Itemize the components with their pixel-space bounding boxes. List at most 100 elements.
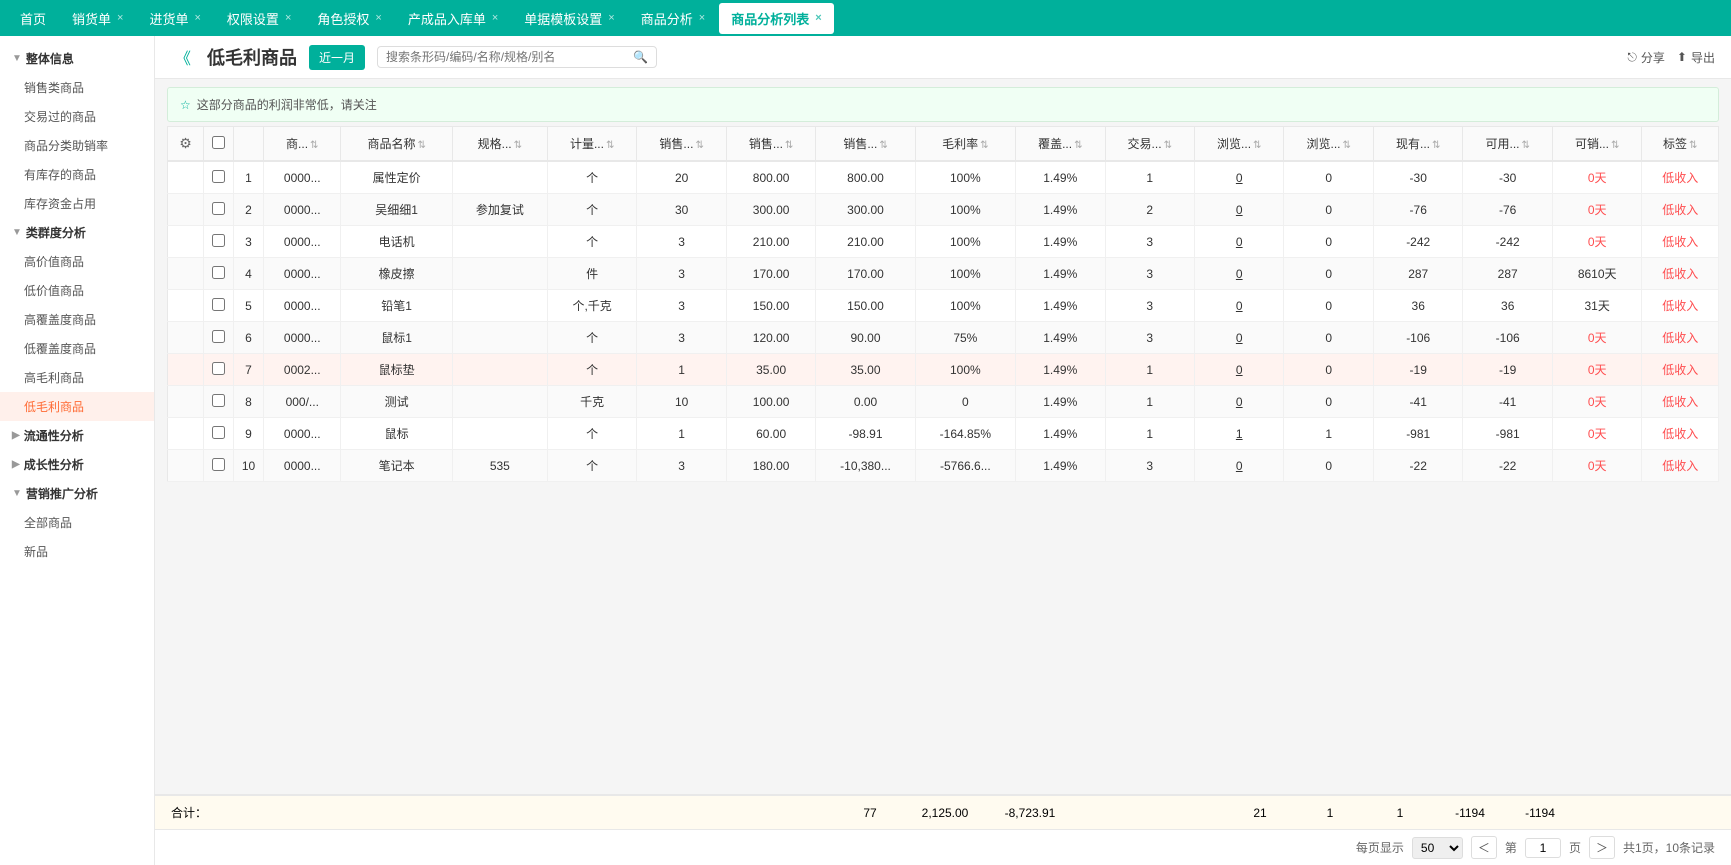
nav-templates-close[interactable]: ×: [608, 12, 614, 24]
row-checkbox[interactable]: [212, 362, 225, 375]
sort-amount[interactable]: ⇅: [785, 140, 793, 151]
nav-home[interactable]: 首页: [8, 3, 58, 34]
sidebar-item-low-value[interactable]: 低价值商品: [0, 276, 154, 305]
sort-qty[interactable]: ⇅: [695, 140, 703, 151]
row-checkbox[interactable]: [212, 330, 225, 343]
cell-code: 0000...: [264, 290, 341, 322]
browse-link[interactable]: 0: [1236, 331, 1243, 345]
nav-templates[interactable]: 单据模板设置 ×: [512, 3, 626, 34]
nav-permissions[interactable]: 权限设置 ×: [215, 3, 303, 34]
sort-spec[interactable]: ⇅: [514, 140, 522, 151]
sidebar-item-category-rate[interactable]: 商品分类助销率: [0, 131, 154, 160]
col-settings: ⚙: [168, 127, 204, 162]
cell-cover-rate: 1.49%: [1016, 226, 1105, 258]
sort-browse1[interactable]: ⇅: [1253, 140, 1261, 151]
nav-purchase[interactable]: 进货单 ×: [137, 3, 212, 34]
sidebar-group-flow[interactable]: ▶ 流通性分析: [0, 421, 154, 450]
cell-browse1: 0: [1195, 258, 1284, 290]
browse-link[interactable]: 0: [1236, 267, 1243, 281]
sidebar-item-capital[interactable]: 库存资金占用: [0, 189, 154, 218]
next-page-btn[interactable]: ＞: [1589, 836, 1615, 859]
recent-month-btn[interactable]: 近一月: [309, 45, 365, 70]
col-gross-rate: 毛利率⇅: [915, 127, 1015, 162]
nav-roles-close[interactable]: ×: [375, 12, 381, 24]
row-checkbox[interactable]: [212, 234, 225, 247]
sidebar-item-high-margin[interactable]: 高毛利商品: [0, 363, 154, 392]
row-checkbox[interactable]: [212, 266, 225, 279]
export-icon: ⬆: [1677, 50, 1687, 64]
sort-available[interactable]: ⇅: [1522, 140, 1530, 151]
sidebar-item-low-margin[interactable]: 低毛利商品: [0, 392, 154, 421]
nav-sales-close[interactable]: ×: [117, 12, 123, 24]
nav-analysis-list[interactable]: 商品分析列表 ×: [719, 3, 833, 34]
sidebar-group-cluster[interactable]: ▼ 类群度分析: [0, 218, 154, 247]
prev-page-btn[interactable]: ＜: [1471, 836, 1497, 859]
sidebar-item-high-coverage[interactable]: 高覆盖度商品: [0, 305, 154, 334]
cell-num: 5: [234, 290, 264, 322]
browse-link[interactable]: 0: [1236, 299, 1243, 313]
nav-sales[interactable]: 销货单 ×: [60, 3, 135, 34]
sidebar-item-new-products[interactable]: 新品: [0, 537, 154, 566]
export-btn[interactable]: ⬆ 导出: [1677, 49, 1715, 66]
row-checkbox[interactable]: [212, 298, 225, 311]
nav-purchase-close[interactable]: ×: [194, 12, 200, 24]
sort-code[interactable]: ⇅: [310, 140, 318, 151]
col-cover-rate: 覆盖...⇅: [1016, 127, 1105, 162]
row-checkbox[interactable]: [212, 426, 225, 439]
browse-link[interactable]: 0: [1236, 235, 1243, 249]
sidebar-group-growth[interactable]: ▶ 成长性分析: [0, 450, 154, 479]
sort-trade[interactable]: ⇅: [1164, 140, 1172, 151]
cell-name: 电话机: [341, 226, 452, 258]
sidebar-item-sales-products[interactable]: 销售类商品: [0, 73, 154, 102]
sidebar-item-in-stock[interactable]: 有库存的商品: [0, 160, 154, 189]
sidebar-item-high-value[interactable]: 高价值商品: [0, 247, 154, 276]
col-code: 商...⇅: [264, 127, 341, 162]
sort-salable[interactable]: ⇅: [1611, 140, 1619, 151]
sidebar-item-low-coverage[interactable]: 低覆盖度商品: [0, 334, 154, 363]
sidebar-group-overall[interactable]: ▼ 整体信息: [0, 44, 154, 73]
row-checkbox[interactable]: [212, 170, 225, 183]
browse-link[interactable]: 0: [1236, 203, 1243, 217]
select-all-checkbox[interactable]: [212, 136, 225, 149]
sort-profit[interactable]: ⇅: [879, 140, 887, 151]
row-checkbox[interactable]: [212, 394, 225, 407]
sort-gross[interactable]: ⇅: [980, 140, 988, 151]
cell-settings: [168, 161, 204, 194]
browse-link[interactable]: 0: [1236, 459, 1243, 473]
search-icon[interactable]: 🔍: [633, 50, 648, 64]
settings-icon[interactable]: ⚙: [179, 135, 192, 151]
nav-analysis-list-close[interactable]: ×: [815, 12, 821, 24]
page-number-input[interactable]: [1525, 838, 1561, 858]
cell-sale-qty: 3: [637, 226, 726, 258]
page-header: 《 低毛利商品 近一月 🔍 ⎋ 分享 ⬆ 导出: [155, 36, 1731, 79]
nav-products-close[interactable]: ×: [492, 12, 498, 24]
sidebar-collapse-btn[interactable]: 《: [171, 45, 195, 69]
sort-tag[interactable]: ⇅: [1689, 140, 1697, 151]
sort-cover[interactable]: ⇅: [1074, 140, 1082, 151]
sidebar-item-traded[interactable]: 交易过的商品: [0, 102, 154, 131]
browse-link[interactable]: 1: [1236, 427, 1243, 441]
sort-name[interactable]: ⇅: [417, 140, 425, 151]
row-checkbox[interactable]: [212, 458, 225, 471]
table-row: 9 0000... 鼠标 个 1 60.00 -98.91 -164.85% 1…: [168, 418, 1719, 450]
browse-link[interactable]: 0: [1236, 363, 1243, 377]
sort-unit[interactable]: ⇅: [606, 140, 614, 151]
cell-gross-rate: 100%: [915, 226, 1015, 258]
nav-products[interactable]: 产成品入库单 ×: [396, 3, 510, 34]
cell-code: 0000...: [264, 418, 341, 450]
row-checkbox[interactable]: [212, 202, 225, 215]
cell-sale-amount: 120.00: [726, 322, 815, 354]
sort-current[interactable]: ⇅: [1432, 140, 1440, 151]
search-input[interactable]: [386, 50, 633, 64]
sidebar-item-all-products[interactable]: 全部商品: [0, 508, 154, 537]
sidebar-group-marketing[interactable]: ▼ 营销推广分析: [0, 479, 154, 508]
nav-analysis[interactable]: 商品分析 ×: [629, 3, 717, 34]
nav-permissions-close[interactable]: ×: [285, 12, 291, 24]
share-btn[interactable]: ⎋ 分享: [1627, 49, 1665, 66]
browse-link[interactable]: 0: [1236, 395, 1243, 409]
nav-roles[interactable]: 角色授权 ×: [305, 3, 393, 34]
sort-browse2[interactable]: ⇅: [1343, 140, 1351, 151]
browse-link[interactable]: 0: [1236, 171, 1243, 185]
nav-analysis-close[interactable]: ×: [699, 12, 705, 24]
page-size-select[interactable]: 50 100 200: [1412, 837, 1463, 859]
